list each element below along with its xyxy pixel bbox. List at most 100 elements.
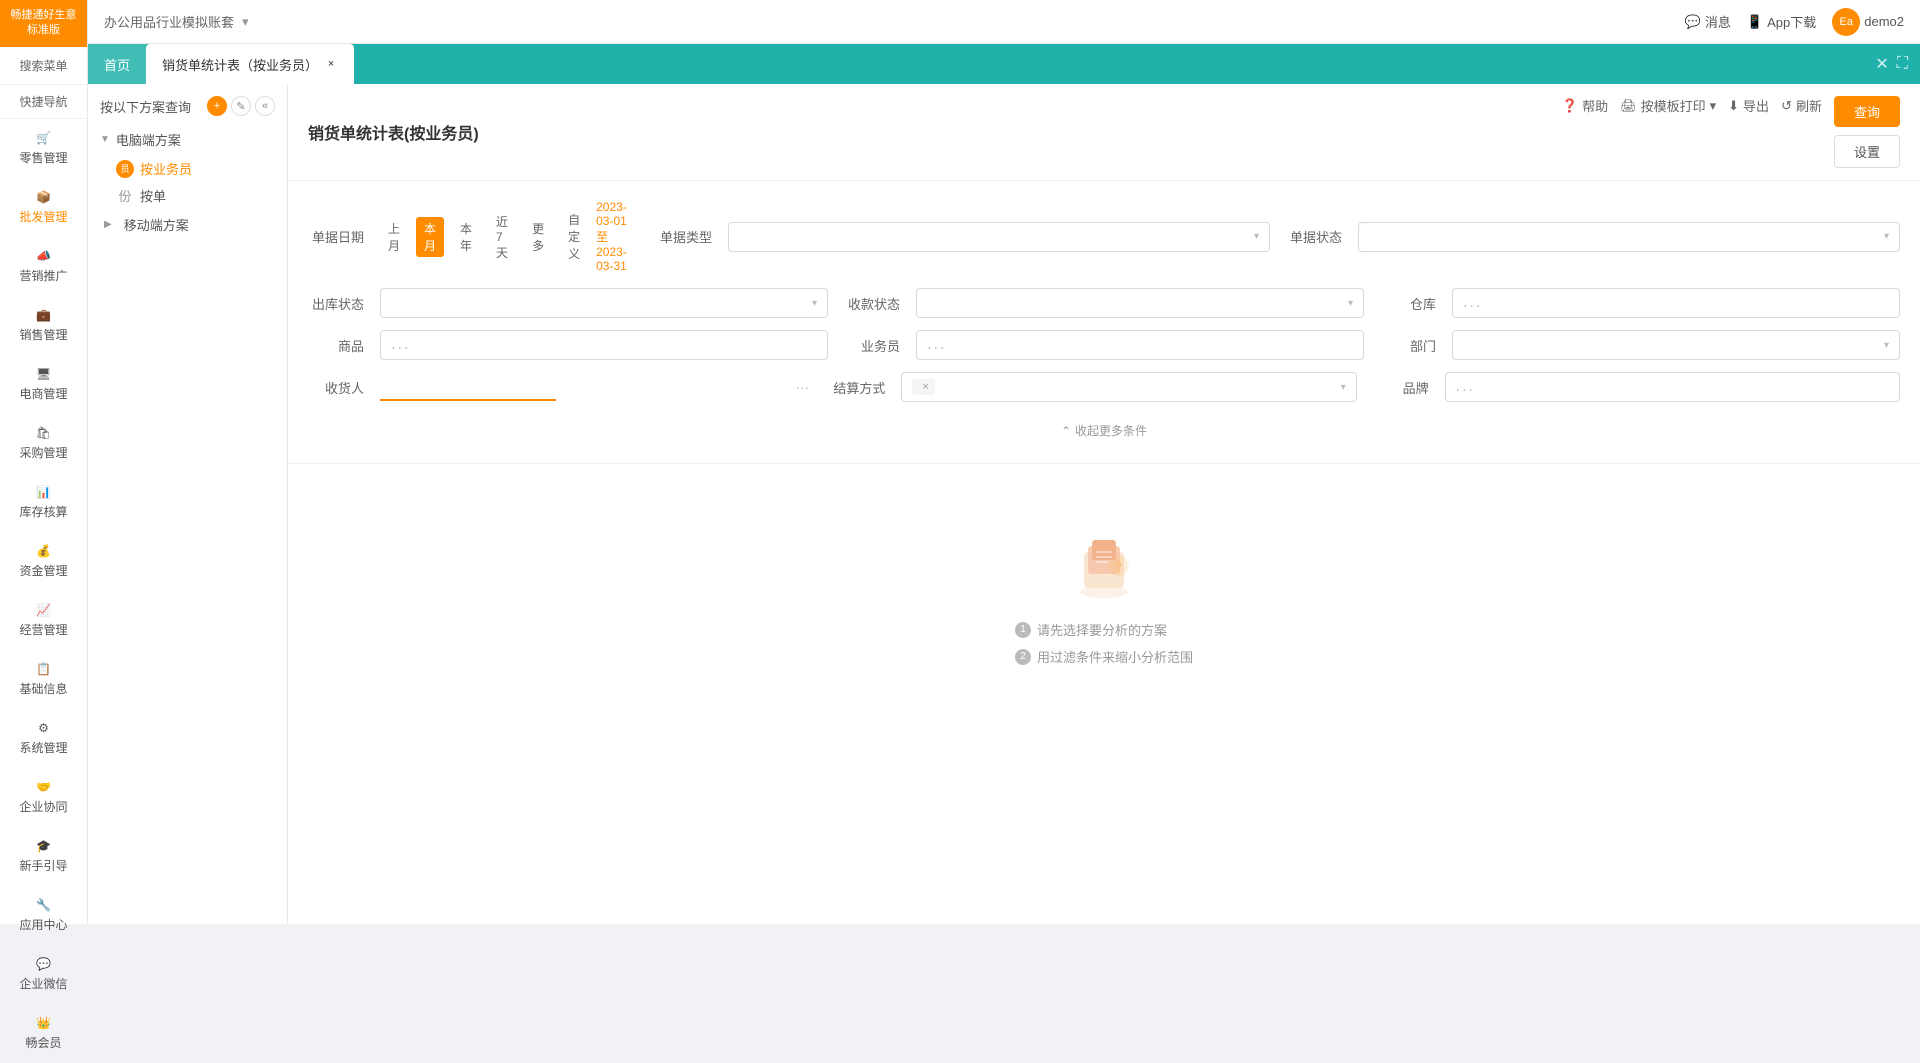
sidebar-item-retail[interactable]: 🛒 零售管理 <box>0 119 87 178</box>
tab-close-window-icon[interactable]: ✕ <box>1875 54 1888 74</box>
topbar-right: 💬 消息 📱 App下载 Ea demo2 <box>1685 8 1904 36</box>
message-icon: 💬 <box>1685 14 1701 30</box>
content-area: 按以下方案查询 + ✎ « ▼ 电脑端方案 员 按业务员 份 按单 ▶ <box>88 84 1920 924</box>
doc-status-select[interactable]: ▾ <box>1358 222 1900 252</box>
edit-scheme-btn[interactable]: ✎ <box>231 96 251 116</box>
newbie-icon: 🎓 <box>36 839 51 853</box>
salesman-label: 业务员 <box>844 336 900 355</box>
salesman-select[interactable]: ... <box>916 330 1364 360</box>
wholesale-icon: 📦 <box>36 190 51 204</box>
template-print-btn[interactable]: 🖨 按模板打印 ▾ <box>1620 96 1716 115</box>
user-profile[interactable]: Ea demo2 <box>1832 8 1904 36</box>
sidebar-search[interactable]: 搜索菜单 <box>0 47 87 85</box>
industry-dropdown-icon[interactable]: ▾ <box>242 14 249 30</box>
date-btn-this-year[interactable]: 本年 <box>452 217 480 257</box>
export-btn[interactable]: ⬇ 导出 <box>1728 96 1769 115</box>
operations-icon: 📈 <box>36 603 51 617</box>
collapse-panel-btn[interactable]: « <box>255 96 275 116</box>
sidebar-item-purchase[interactable]: 🛍 采购管理 <box>0 414 87 473</box>
stock-status-select[interactable]: ▾ <box>380 288 828 318</box>
brand-label: 品牌 <box>1373 378 1429 397</box>
consignee-more-icon[interactable]: ··· <box>795 379 809 395</box>
date-btn-more[interactable]: 更多 <box>524 217 552 257</box>
dept-select[interactable]: ▾ <box>1452 330 1900 360</box>
goods-label: 商品 <box>308 336 364 355</box>
goods-select[interactable]: ... <box>380 330 828 360</box>
tab-sales-stat[interactable]: 销货单统计表（按业务员） × <box>146 44 354 84</box>
add-scheme-btn[interactable]: + <box>207 96 227 116</box>
tabbar-actions: ✕ ⛶ <box>1875 54 1920 74</box>
app-download-btn[interactable]: 📱 App下载 <box>1747 12 1816 31</box>
sidebar-item-ecommerce[interactable]: 🖥 电商管理 <box>0 355 87 414</box>
sidebar: 畅捷通好生意 标准版 搜索菜单 快捷导航 🛒 零售管理 📦 批发管理 📣 营销推… <box>0 0 88 924</box>
sidebar-item-system[interactable]: ⚙ 系统管理 <box>0 709 87 768</box>
system-icon: ⚙ <box>38 721 49 735</box>
wechat-icon: 💬 <box>36 957 51 971</box>
collapse-label: 收起更多条件 <box>1075 422 1147 439</box>
help-btn[interactable]: ❓ 帮助 <box>1562 96 1608 115</box>
collapse-icon: ⌃ <box>1061 424 1071 438</box>
doc-type-select[interactable]: ▾ <box>728 222 1270 252</box>
consignee-input[interactable] <box>380 374 556 401</box>
sidebar-item-wechat[interactable]: 💬 企业微信 <box>0 945 87 1004</box>
sidebar-item-inventory[interactable]: 📊 库存核算 <box>0 473 87 532</box>
sidebar-logo[interactable]: 畅捷通好生意 标准版 <box>0 0 87 47</box>
tabbar: 首页 销货单统计表（按业务员） × ✕ ⛶ <box>88 44 1920 84</box>
tab-home-label: 首页 <box>104 55 130 74</box>
payment-method-tag: × <box>912 379 934 395</box>
print-icon: 🖨 <box>1620 98 1637 114</box>
sidebar-item-marketing[interactable]: 📣 营销推广 <box>0 237 87 296</box>
sidebar-item-apps[interactable]: 🔧 应用中心 <box>0 886 87 945</box>
empty-tip-1: 1 请先选择要分析的方案 <box>1015 620 1193 639</box>
sidebar-nav[interactable]: 快捷导航 <box>0 85 87 119</box>
warehouse-select[interactable]: ... <box>1452 288 1900 318</box>
apps-icon: 🔧 <box>36 898 51 912</box>
doc-type-arrow-icon: ▾ <box>1254 231 1259 242</box>
sidebar-item-sales[interactable]: 💼 销售管理 <box>0 296 87 355</box>
tree-child-bill[interactable]: 份 按单 <box>88 182 287 209</box>
tab-close-icon[interactable]: × <box>324 57 338 71</box>
industry-label: 办公用品行业模拟账套 <box>104 12 234 31</box>
sidebar-item-operations[interactable]: 📈 经营管理 <box>0 591 87 650</box>
collapse-btn[interactable]: ⌃ 收起更多条件 <box>308 414 1900 447</box>
payment-method-select[interactable]: × ▾ <box>901 372 1356 402</box>
tab-home[interactable]: 首页 <box>88 44 146 84</box>
date-btn-this-month[interactable]: 本月 <box>416 217 444 257</box>
inventory-icon: 📊 <box>36 485 51 499</box>
tree-mobile-scheme[interactable]: ▶ 移动端方案 <box>88 209 287 240</box>
sidebar-item-newbie[interactable]: 🎓 新手引导 <box>0 827 87 886</box>
brand-select[interactable]: ... <box>1445 372 1900 402</box>
filter-row-4: 收货人 ··· 结算方式 × ▾ 品牌 . <box>308 372 1900 402</box>
basic-icon: 📋 <box>36 662 51 676</box>
page-title: 销货单统计表(按业务员) <box>308 120 479 144</box>
sidebar-item-enterprise[interactable]: 🤝 企业协同 <box>0 768 87 827</box>
bill-icon: 份 <box>116 186 134 205</box>
filter-row-1: 单据日期 上月 本月 本年 近7天 更多 自定义 2023-03-01 至 20… <box>308 197 1900 276</box>
message-btn[interactable]: 💬 消息 <box>1685 12 1731 31</box>
date-btn-last-7-days[interactable]: 近7天 <box>488 210 516 264</box>
payment-status-select[interactable]: ▾ <box>916 288 1364 318</box>
tab-fullscreen-icon[interactable]: ⛶ <box>1897 55 1908 73</box>
refresh-btn[interactable]: ↺ 刷新 <box>1781 96 1822 115</box>
payment-method-arrow-icon: ▾ <box>1341 382 1346 393</box>
panel-header-icons: + ✎ « <box>207 96 275 116</box>
filter-row-3: 商品 ... 业务员 ... 部门 ▾ <box>308 330 1900 360</box>
marketing-icon: 📣 <box>36 249 51 263</box>
warehouse-label: 仓库 <box>1380 294 1436 313</box>
settings-button[interactable]: 设置 <box>1834 135 1900 168</box>
date-btn-custom[interactable]: 自定义 <box>560 208 588 265</box>
retail-icon: 🛒 <box>36 131 51 145</box>
sidebar-item-finance[interactable]: 💰 资金管理 <box>0 532 87 591</box>
date-btn-last-month[interactable]: 上月 <box>380 217 408 257</box>
query-button[interactable]: 查询 <box>1834 96 1900 127</box>
consignee-label: 收货人 <box>308 378 364 397</box>
sidebar-item-wholesale[interactable]: 📦 批发管理 <box>0 178 87 237</box>
download-icon: 📱 <box>1747 14 1763 30</box>
sidebar-item-basic[interactable]: 📋 基础信息 <box>0 650 87 709</box>
payment-method-clear-icon[interactable]: × <box>922 381 928 393</box>
tree-desktop-scheme[interactable]: ▼ 电脑端方案 <box>88 124 287 155</box>
tree-child-salesman[interactable]: 员 按业务员 <box>88 155 287 182</box>
sidebar-item-member[interactable]: 👑 畅会员 <box>0 1004 87 1063</box>
page-actions: ❓ 帮助 🖨 按模板打印 ▾ ⬇ 导出 ↺ <box>1562 96 1822 115</box>
date-label: 单据日期 <box>308 227 364 246</box>
